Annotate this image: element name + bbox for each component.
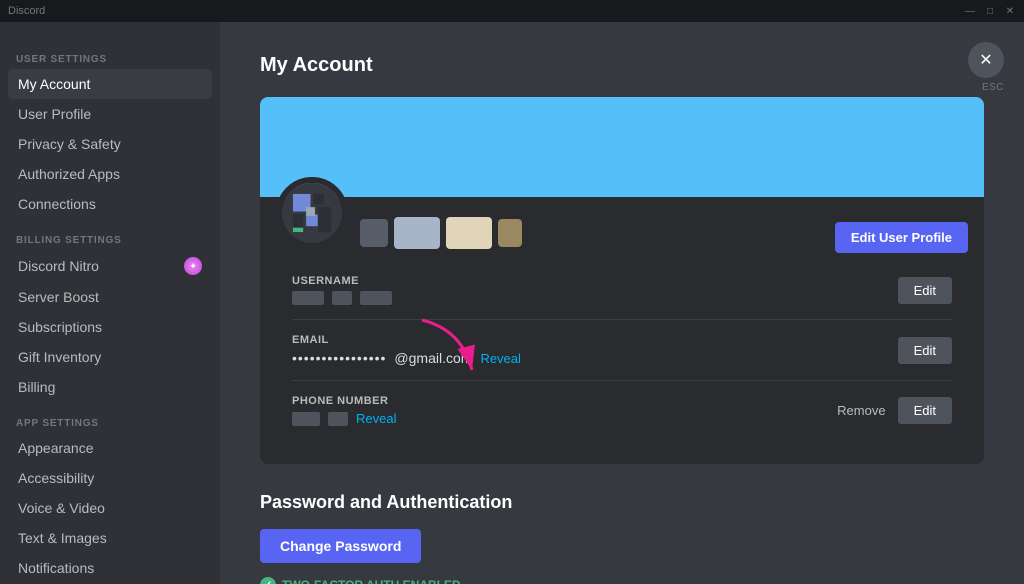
change-password-button[interactable]: Change Password <box>260 529 421 563</box>
sidebar-item-authorized-apps-label: Authorized Apps <box>18 166 120 182</box>
two-factor-text: TWO-FACTOR AUTH ENABLED <box>282 578 461 584</box>
sidebar-item-privacy-safety-label: Privacy & Safety <box>18 136 121 152</box>
phone-label: PHONE NUMBER <box>292 395 396 407</box>
phone-value: Reveal <box>292 411 396 426</box>
sidebar-item-server-boost[interactable]: Server Boost <box>8 282 212 312</box>
app-body: USER SETTINGS My Account User Profile Pr… <box>0 22 1024 584</box>
sidebar-item-voice-video-label: Voice & Video <box>18 500 105 516</box>
esc-label: ESC <box>982 82 1004 93</box>
sidebar-item-subscriptions[interactable]: Subscriptions <box>8 312 212 342</box>
maximize-btn[interactable]: □ <box>984 5 996 17</box>
phone-actions: Remove Edit <box>833 397 952 424</box>
sidebar-item-notifications-label: Notifications <box>18 560 94 576</box>
sidebar-item-billing[interactable]: Billing <box>8 372 212 402</box>
username-blurred-2 <box>332 291 352 305</box>
username-actions: Edit <box>898 277 952 304</box>
email-label: EMAIL <box>292 334 521 346</box>
swatch-4[interactable] <box>498 219 522 247</box>
sidebar-item-accessibility[interactable]: Accessibility <box>8 463 212 493</box>
main-content: ✕ ESC My Account <box>220 22 1024 584</box>
email-reveal-link[interactable]: Reveal <box>480 351 520 366</box>
avatar <box>276 177 348 249</box>
sidebar-item-connections[interactable]: Connections <box>8 189 212 219</box>
sidebar-item-billing-label: Billing <box>18 379 55 395</box>
sidebar-item-appearance[interactable]: Appearance <box>8 433 212 463</box>
billing-settings-label: BILLING SETTINGS <box>8 227 212 250</box>
email-field: EMAIL •••••••••••••••• @gmail.com Reveal <box>292 334 521 366</box>
email-row: EMAIL •••••••••••••••• @gmail.com Reveal… <box>292 320 952 381</box>
sidebar-item-notifications[interactable]: Notifications <box>8 553 212 583</box>
close-btn[interactable]: ✕ <box>1004 5 1016 17</box>
esc-button[interactable]: ✕ <box>968 42 1004 78</box>
sidebar-item-gift-inventory-label: Gift Inventory <box>18 349 101 365</box>
username-value <box>292 291 392 305</box>
username-label: USERNAME <box>292 275 392 287</box>
window-controls[interactable]: — □ ✕ <box>964 5 1016 17</box>
swatch-2[interactable] <box>394 217 440 249</box>
profile-lower: Edit User Profile USERNAME <box>260 197 984 464</box>
username-blurred-3 <box>360 291 392 305</box>
sidebar-item-my-account-label: My Account <box>18 76 90 92</box>
email-value: •••••••••••••••• @gmail.com Reveal <box>292 350 521 366</box>
edit-profile-button[interactable]: Edit User Profile <box>835 222 968 253</box>
username-blurred-1 <box>292 291 324 305</box>
user-settings-label: USER SETTINGS <box>8 46 212 69</box>
sidebar-item-subscriptions-label: Subscriptions <box>18 319 102 335</box>
minimize-btn[interactable]: — <box>964 5 976 17</box>
profile-card: Edit User Profile USERNAME <box>260 97 984 464</box>
phone-reveal-link[interactable]: Reveal <box>356 411 396 426</box>
phone-blurred-2 <box>328 412 348 426</box>
phone-edit-button[interactable]: Edit <box>898 397 952 424</box>
username-edit-button[interactable]: Edit <box>898 277 952 304</box>
sidebar-item-voice-video[interactable]: Voice & Video <box>8 493 212 523</box>
info-section: USERNAME Edit <box>276 261 968 448</box>
nitro-icon: ✦ <box>184 257 202 275</box>
phone-field: PHONE NUMBER Reveal <box>292 395 396 426</box>
sidebar-item-discord-nitro-label: Discord Nitro <box>18 258 99 274</box>
phone-remove-button[interactable]: Remove <box>833 397 889 424</box>
sidebar-item-accessibility-label: Accessibility <box>18 470 94 486</box>
app-title: Discord <box>8 5 45 17</box>
password-section-title: Password and Authentication <box>260 492 984 513</box>
sidebar-item-user-profile-label: User Profile <box>18 106 91 122</box>
email-edit-button[interactable]: Edit <box>898 337 952 364</box>
app-settings-label: APP SETTINGS <box>8 410 212 433</box>
sidebar-item-privacy-safety[interactable]: Privacy & Safety <box>8 129 212 159</box>
avatar-inner <box>282 183 342 243</box>
sidebar-item-discord-nitro[interactable]: Discord Nitro ✦ <box>8 250 212 282</box>
sidebar-item-server-boost-label: Server Boost <box>18 289 99 305</box>
page-title: My Account <box>260 54 984 77</box>
sidebar-item-gift-inventory[interactable]: Gift Inventory <box>8 342 212 372</box>
avatar-logo <box>290 191 334 235</box>
profile-avatar-area <box>276 177 522 249</box>
sidebar-item-text-images[interactable]: Text & Images <box>8 523 212 553</box>
email-dots: •••••••••••••••• <box>292 350 386 366</box>
email-suffix: @gmail.com <box>394 350 472 366</box>
sidebar-item-connections-label: Connections <box>18 196 96 212</box>
email-actions: Edit <box>898 337 952 364</box>
swatch-1[interactable] <box>360 219 388 247</box>
sidebar-item-appearance-label: Appearance <box>18 440 94 456</box>
username-field: USERNAME <box>292 275 392 305</box>
sidebar-item-my-account[interactable]: My Account <box>8 69 212 99</box>
swatch-3[interactable] <box>446 217 492 249</box>
two-factor-badge: TWO-FACTOR AUTH ENABLED <box>260 577 984 584</box>
phone-blurred-1 <box>292 412 320 426</box>
phone-row: PHONE NUMBER Reveal Remove Edit <box>292 381 952 440</box>
sidebar: USER SETTINGS My Account User Profile Pr… <box>0 22 220 584</box>
password-section: Password and Authentication Change Passw… <box>260 492 984 584</box>
titlebar: Discord — □ ✕ <box>0 0 1024 22</box>
sidebar-item-text-images-label: Text & Images <box>18 530 107 546</box>
color-swatches <box>360 217 522 249</box>
username-row: USERNAME Edit <box>292 261 952 320</box>
sidebar-item-user-profile[interactable]: User Profile <box>8 99 212 129</box>
sidebar-item-authorized-apps[interactable]: Authorized Apps <box>8 159 212 189</box>
